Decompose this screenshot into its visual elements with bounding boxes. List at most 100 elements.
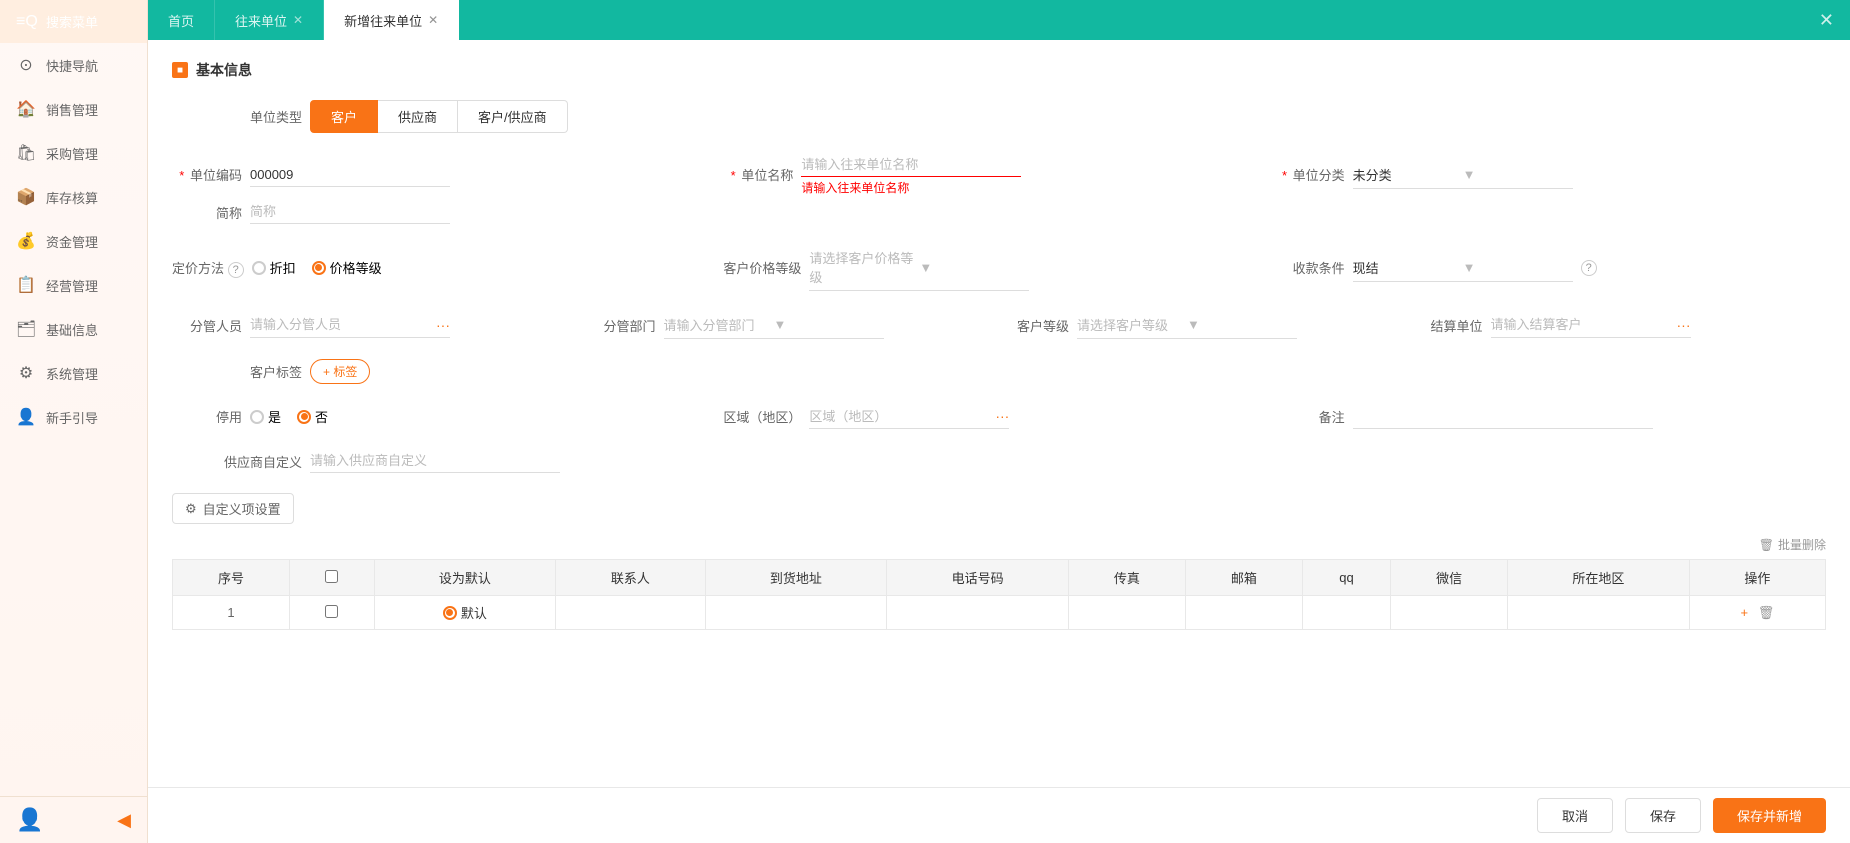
abbr-input[interactable] — [250, 200, 450, 224]
row-check — [289, 596, 374, 630]
disabled-yes-radio[interactable]: 是 — [250, 407, 281, 426]
customer-price-arrow: ▼ — [919, 260, 1029, 275]
supplier-custom-input[interactable] — [310, 449, 560, 473]
row-default-label: 默认 — [461, 603, 487, 622]
save-button[interactable]: 保存 — [1625, 798, 1701, 833]
department-label: 分管部门 — [586, 316, 656, 335]
pricing-help-icon[interactable]: ? — [228, 262, 244, 278]
sidebar-item-purchase[interactable]: 🛍 采购管理 — [0, 131, 147, 175]
row-default-radio[interactable]: 默认 — [385, 603, 546, 622]
tab-partners[interactable]: 往来单位 ✕ — [215, 0, 324, 40]
customer-price-level-placeholder: 请选择客户价格等级 — [809, 248, 919, 286]
col-qq: qq — [1302, 560, 1390, 596]
unit-type-supplier-btn[interactable]: 供应商 — [378, 100, 458, 133]
department-placeholder: 请输入分管部门 — [664, 315, 774, 334]
sidebar-item-basic-info[interactable]: 🗂 基础信息 — [0, 307, 147, 351]
pricing-discount-radio[interactable]: 折扣 — [252, 258, 296, 277]
manager-field: 分管人员 ··· — [172, 313, 586, 338]
disabled-no-circle — [297, 410, 311, 424]
sidebar-item-search[interactable]: ≡Q 搜索菜单 — [0, 0, 147, 43]
add-tag-button[interactable]: + 标签 — [310, 359, 370, 384]
custom-settings-label: 自定义项设置 — [203, 499, 281, 518]
sidebar-item-finance[interactable]: 💰 资金管理 — [0, 219, 147, 263]
region-dots-btn[interactable]: ··· — [995, 408, 1009, 424]
unit-type-label: 单位类型 — [232, 107, 302, 126]
sidebar-item-quick-nav[interactable]: ⊙ 快捷导航 — [0, 43, 147, 87]
operations-icon: 📋 — [16, 275, 36, 295]
close-window-button[interactable]: ✕ — [1819, 10, 1834, 31]
customer-level-select[interactable]: 请选择客户等级 ▼ — [1077, 311, 1297, 339]
tab-new-partner[interactable]: 新增往来单位 ✕ — [324, 0, 459, 40]
unit-name-input[interactable] — [801, 153, 1021, 177]
unit-code-field: * 单位编码 — [172, 153, 723, 196]
customer-level-placeholder: 请选择客户等级 — [1077, 315, 1187, 334]
row-region — [1508, 596, 1690, 630]
department-select[interactable]: 请输入分管部门 ▼ — [664, 311, 884, 339]
payment-terms-select[interactable]: 现结 ▼ — [1353, 254, 1573, 282]
row-phone — [887, 596, 1069, 630]
region-input-group: ··· — [809, 404, 1009, 429]
sidebar-item-operations[interactable]: 📋 经营管理 — [0, 263, 147, 307]
unit-type-btn-group: 客户 供应商 客户/供应商 — [310, 100, 568, 133]
sidebar-item-inventory[interactable]: 📦 库存核算 — [0, 175, 147, 219]
tab-partners-close[interactable]: ✕ — [293, 13, 303, 27]
disabled-label: 停用 — [172, 407, 242, 426]
customer-price-level-field: 客户价格等级 请选择客户价格等级 ▼ — [723, 244, 1274, 291]
disabled-no-label: 否 — [315, 407, 328, 426]
col-seq: 序号 — [173, 560, 290, 596]
batch-delete-icon: 🗑 — [1759, 538, 1774, 552]
settlement-unit-input[interactable] — [1491, 317, 1677, 332]
remark-input[interactable] — [1353, 405, 1653, 429]
unit-category-label: * 单位分类 — [1275, 165, 1345, 184]
row-delete-btn[interactable]: 🗑 — [1758, 605, 1775, 620]
col-wechat: 微信 — [1391, 560, 1508, 596]
row-action: + 🗑 — [1689, 596, 1825, 630]
tab-partners-label: 往来单位 — [235, 11, 287, 30]
col-contact: 联系人 — [556, 560, 705, 596]
customer-tag-row: 客户标签 + 标签 — [172, 359, 1826, 384]
unit-code-input[interactable] — [250, 163, 450, 187]
sidebar-new-user-label: 新手引导 — [46, 408, 98, 427]
disabled-no-radio[interactable]: 否 — [297, 407, 328, 426]
unit-type-customer-btn[interactable]: 客户 — [310, 100, 378, 133]
col-address: 到货地址 — [705, 560, 887, 596]
pricing-level-radio[interactable]: 价格等级 — [312, 258, 382, 277]
settlement-unit-label: 结算单位 — [1413, 316, 1483, 335]
manager-dots-btn[interactable]: ··· — [436, 317, 450, 333]
sidebar-item-system[interactable]: ⚙ 系统管理 — [0, 351, 147, 395]
manager-input[interactable] — [250, 317, 436, 332]
col-default: 设为默认 — [374, 560, 556, 596]
unit-category-select[interactable]: 未分类 ▼ — [1353, 161, 1573, 189]
row-contact — [556, 596, 705, 630]
sidebar-collapse-icon[interactable]: ◀ — [117, 810, 131, 831]
tab-new-partner-close[interactable]: ✕ — [428, 13, 438, 27]
payment-terms-help-icon[interactable]: ? — [1581, 260, 1597, 276]
sidebar-item-new-user[interactable]: 👤 新手引导 — [0, 395, 147, 439]
row-add-btn[interactable]: + — [1741, 605, 1749, 620]
customer-price-level-select[interactable]: 请选择客户价格等级 ▼ — [809, 244, 1029, 291]
row-address — [705, 596, 887, 630]
settlement-unit-dots-btn[interactable]: ··· — [1677, 317, 1691, 333]
region-input[interactable] — [809, 409, 995, 424]
abbr-label: 简称 — [172, 203, 242, 222]
pricing-level-dot — [315, 264, 322, 271]
batch-delete-label[interactable]: 批量删除 — [1778, 536, 1826, 553]
content-area: ■ 基本信息 单位类型 客户 供应商 客户/供应商 * 单位编码 — [148, 40, 1850, 787]
save-new-button[interactable]: 保存并新增 — [1713, 798, 1826, 833]
table-select-all[interactable] — [325, 570, 338, 583]
unit-category-field: * 单位分类 未分类 ▼ — [1275, 153, 1826, 196]
new-user-icon: 👤 — [16, 407, 36, 427]
sidebar: ≡Q 搜索菜单 ⊙ 快捷导航 🏠 销售管理 🛍 采购管理 📦 库存核算 💰 资金… — [0, 0, 148, 843]
unit-type-row: 单位类型 客户 供应商 客户/供应商 — [172, 100, 1826, 133]
cancel-button[interactable]: 取消 — [1537, 798, 1613, 833]
sidebar-item-sales[interactable]: 🏠 销售管理 — [0, 87, 147, 131]
unit-type-both-btn[interactable]: 客户/供应商 — [458, 100, 568, 133]
tab-home[interactable]: 首页 — [148, 0, 215, 40]
pricing-level-label: 价格等级 — [330, 258, 382, 277]
unit-category-arrow: ▼ — [1463, 167, 1573, 182]
tab-home-label: 首页 — [168, 11, 194, 30]
remark-field: 备注 — [1275, 405, 1826, 429]
custom-settings-button[interactable]: ⚙ 自定义项设置 — [172, 493, 294, 524]
settlement-unit-input-group: ··· — [1491, 313, 1691, 338]
row-checkbox[interactable] — [325, 605, 338, 618]
